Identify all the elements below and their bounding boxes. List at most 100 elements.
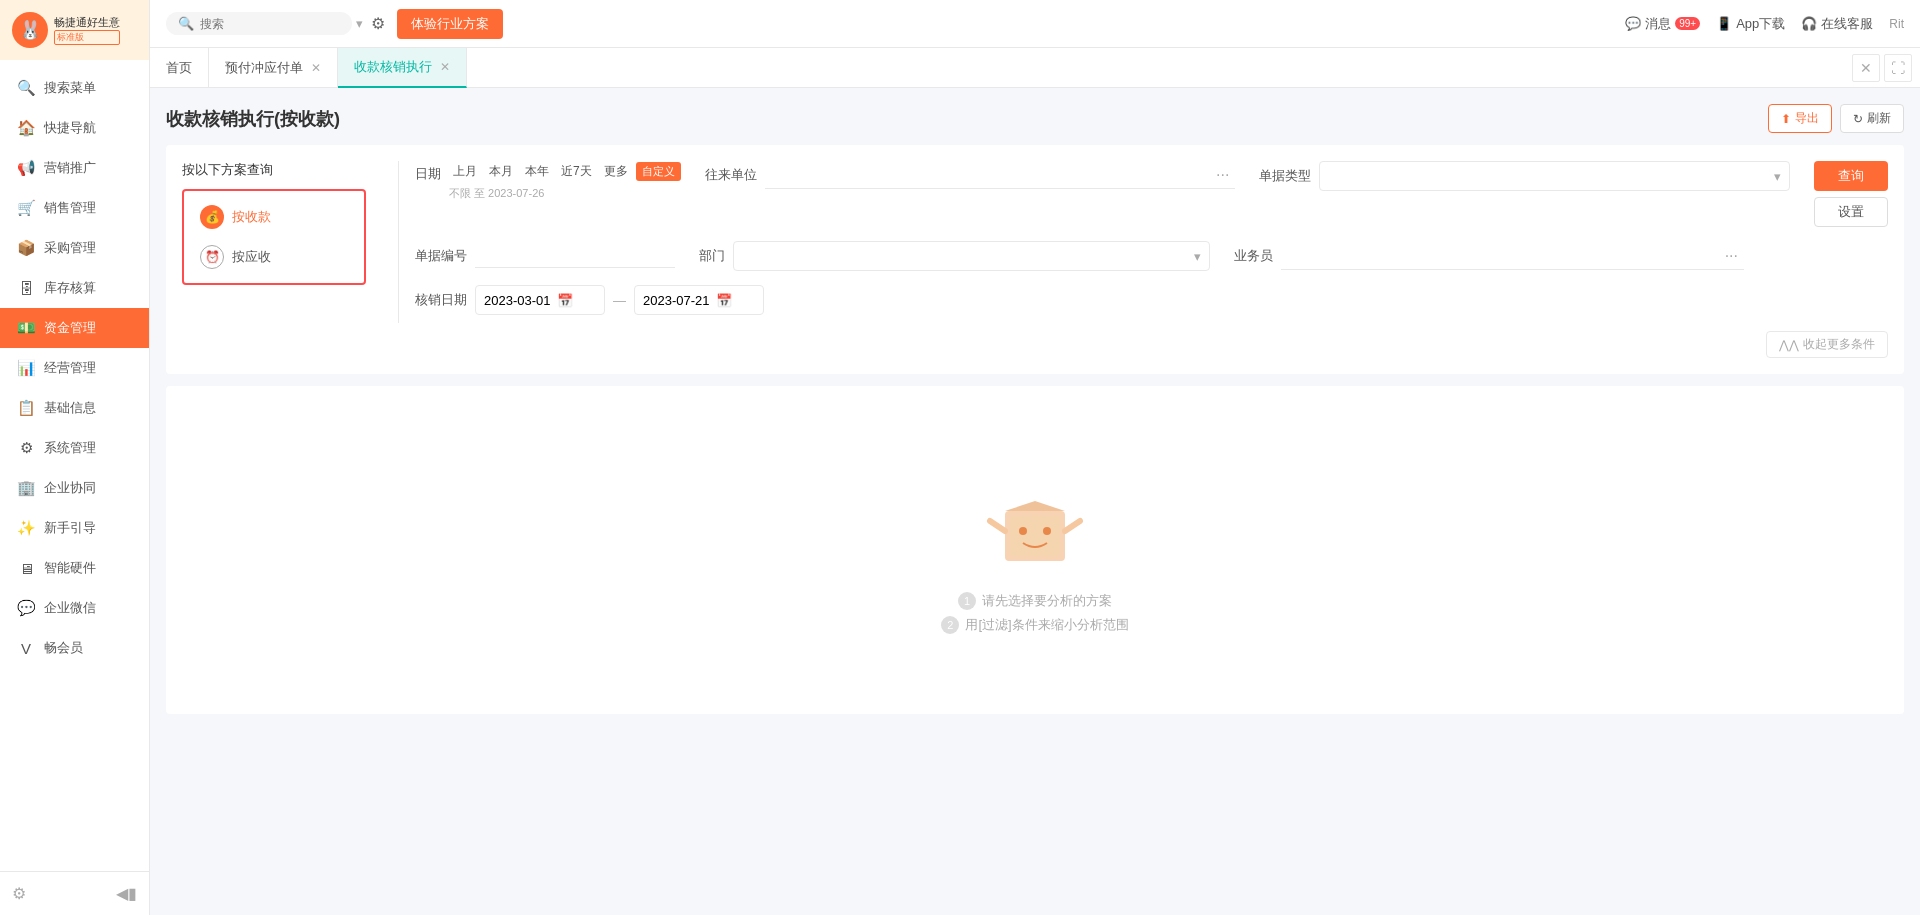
sidebar-item-销售管理[interactable]: 🛒销售管理 — [0, 188, 149, 228]
nav-icon-3: 🛒 — [16, 198, 36, 218]
topbar: 🔍 ▾ ⚙ 体验行业方案 💬 消息 99+ 📱 App下载 🎧 在线客服 Rit — [150, 0, 1920, 48]
export-button[interactable]: ⬆ 导出 — [1768, 104, 1832, 133]
filter-option-by-receipt[interactable]: 💰 按收款 — [190, 197, 358, 237]
search-icon: 🔍 — [178, 16, 194, 31]
sidebar-item-智能硬件[interactable]: 🖥智能硬件 — [0, 548, 149, 588]
sidebar-item-快捷导航[interactable]: 🏠快捷导航 — [0, 108, 149, 148]
partner-field: 往来单位 ··· — [705, 161, 1236, 189]
date-btn-last-month[interactable]: 上月 — [449, 161, 481, 182]
nav-label-0: 搜索菜单 — [44, 79, 96, 97]
topbar-actions: 💬 消息 99+ 📱 App下载 🎧 在线客服 Rit — [1625, 15, 1904, 33]
nav-icon-7: 📊 — [16, 358, 36, 378]
nav-label-11: 新手引导 — [44, 519, 96, 537]
collapse-sidebar-icon[interactable]: ◀▮ — [116, 884, 137, 903]
dept-select[interactable]: ▾ — [733, 241, 1210, 271]
settings-icon[interactable]: ⚙ — [12, 884, 26, 903]
query-button[interactable]: 查询 — [1814, 161, 1888, 191]
refresh-button[interactable]: ↻ 刷新 — [1840, 104, 1904, 133]
mobile-icon: 📱 — [1716, 16, 1732, 31]
nav-icon-11: ✨ — [16, 518, 36, 538]
nav-icon-14: V — [16, 638, 36, 658]
app-download-action[interactable]: 📱 App下载 — [1716, 15, 1785, 33]
expand-tab-button[interactable]: ⛶ — [1884, 54, 1912, 82]
user-name[interactable]: Rit — [1889, 17, 1904, 31]
tab-0[interactable]: 首页 — [150, 48, 209, 88]
filter-title: 按以下方案查询 — [182, 161, 366, 179]
date-btn-this-month[interactable]: 本月 — [485, 161, 517, 182]
sidebar-item-经营管理[interactable]: 📊 经营管理 — [0, 348, 149, 388]
headset-icon: 🎧 — [1801, 16, 1817, 31]
doc-type-field: 单据类型 ▾ — [1259, 161, 1790, 191]
search-input[interactable] — [200, 17, 340, 31]
online-service-action[interactable]: 🎧 在线客服 — [1801, 15, 1873, 33]
sidebar-item-库存核算[interactable]: 🗄库存核算 — [0, 268, 149, 308]
app-logo-icon: 🐰 — [12, 12, 48, 48]
verify-date-start-input[interactable]: 2023-03-01 📅 — [475, 285, 605, 315]
close-tab-button[interactable]: ✕ — [1852, 54, 1880, 82]
verify-date-start-value: 2023-03-01 — [484, 293, 551, 308]
sidebar: 🐰 畅捷通好生意 标准版 🔍搜索菜单🏠快捷导航📢营销推广🛒销售管理📦采购管理🗄库… — [0, 0, 150, 915]
doc-type-select[interactable]: ▾ — [1319, 161, 1790, 191]
nav-label-14: 畅会员 — [44, 639, 83, 657]
sidebar-item-营销推广[interactable]: 📢营销推广 — [0, 148, 149, 188]
message-icon: 💬 — [1625, 16, 1641, 31]
date-btn-this-year[interactable]: 本年 — [521, 161, 553, 182]
message-action[interactable]: 💬 消息 99+ — [1625, 15, 1700, 33]
date-label: 日期 — [415, 161, 441, 183]
date-btn-custom[interactable]: 自定义 — [636, 162, 681, 181]
filter-option-by-receivable[interactable]: ⏰ 按应收 — [190, 237, 358, 277]
panel-divider — [398, 161, 399, 323]
receivable-option-icon: ⏰ — [200, 245, 224, 269]
verify-date-end-value: 2023-07-21 — [643, 293, 710, 308]
date-btn-more[interactable]: 更多 — [600, 161, 632, 182]
doc-no-label: 单据编号 — [415, 247, 467, 265]
hint-text-1: 请先选择要分析的方案 — [982, 592, 1112, 610]
staff-input[interactable]: ··· — [1281, 242, 1745, 270]
sidebar-item-采购管理[interactable]: 📦采购管理 — [0, 228, 149, 268]
nav-label-7: 经营管理 — [44, 359, 96, 377]
tab-label-2: 收款核销执行 — [354, 58, 432, 76]
query-row-1: 日期 上月 本月 本年 近7天 更多 自定义 不限 至 — [415, 161, 1888, 227]
tab-label-1: 预付冲应付单 — [225, 59, 303, 77]
nav-icon-9: ⚙ — [16, 438, 36, 458]
tabbar: 首页预付冲应付单 ✕ 收款核销执行 ✕ ✕ ⛶ — [150, 48, 1920, 88]
solution-button[interactable]: 体验行业方案 — [397, 9, 503, 39]
date-options-group: 上月 本月 本年 近7天 更多 自定义 不限 至 2023-07-26 — [449, 161, 681, 201]
filter-options-box: 💰 按收款 ⏰ 按应收 — [182, 189, 366, 285]
receivable-option-label: 按应收 — [232, 248, 271, 266]
nav-label-1: 快捷导航 — [44, 119, 96, 137]
sidebar-item-企业微信[interactable]: 💬企业微信 — [0, 588, 149, 628]
dept-field: 部门 ▾ — [699, 241, 1210, 271]
verify-date-end-input[interactable]: 2023-07-21 📅 — [634, 285, 764, 315]
sidebar-logo: 🐰 畅捷通好生意 标准版 — [0, 0, 149, 60]
receipt-option-label: 按收款 — [232, 208, 271, 226]
search-chevron-icon[interactable]: ▾ — [356, 16, 363, 31]
message-badge: 99+ — [1675, 17, 1700, 30]
setting-button[interactable]: 设置 — [1814, 197, 1888, 227]
tab-2[interactable]: 收款核销执行 ✕ — [338, 48, 467, 88]
svg-rect-1 — [1010, 516, 1060, 556]
sidebar-item-搜索菜单[interactable]: 🔍搜索菜单 — [0, 68, 149, 108]
sidebar-item-基础信息[interactable]: 📋基础信息 — [0, 388, 149, 428]
app-download-label: App下载 — [1736, 15, 1785, 33]
sidebar-item-资金管理[interactable]: 💵资金管理 — [0, 308, 149, 348]
sidebar-item-畅会员[interactable]: V 畅会员 — [0, 628, 149, 668]
verify-date-label: 核销日期 — [415, 291, 467, 309]
svg-marker-2 — [1005, 501, 1065, 511]
partner-input[interactable]: ··· — [765, 161, 1236, 189]
tab-1[interactable]: 预付冲应付单 ✕ — [209, 48, 338, 88]
query-form: 日期 上月 本月 本年 近7天 更多 自定义 不限 至 — [415, 161, 1888, 323]
nav-icon-10: 🏢 — [16, 478, 36, 498]
topbar-gear-icon[interactable]: ⚙ — [371, 14, 385, 33]
sidebar-item-企业协同[interactable]: 🏢企业协同 — [0, 468, 149, 508]
receipt-option-icon: 💰 — [200, 205, 224, 229]
collapse-more-button[interactable]: ⋀⋀ 收起更多条件 — [1766, 331, 1888, 358]
tab-close-1[interactable]: ✕ — [311, 61, 321, 75]
sidebar-item-新手引导[interactable]: ✨ 新手引导 — [0, 508, 149, 548]
topbar-search-box[interactable]: 🔍 — [166, 12, 352, 35]
sidebar-item-系统管理[interactable]: ⚙系统管理 — [0, 428, 149, 468]
doc-no-input[interactable] — [475, 244, 675, 268]
empty-hint-1: 1 请先选择要分析的方案 — [958, 592, 1112, 610]
date-btn-7days[interactable]: 近7天 — [557, 161, 596, 182]
tab-close-2[interactable]: ✕ — [440, 60, 450, 74]
